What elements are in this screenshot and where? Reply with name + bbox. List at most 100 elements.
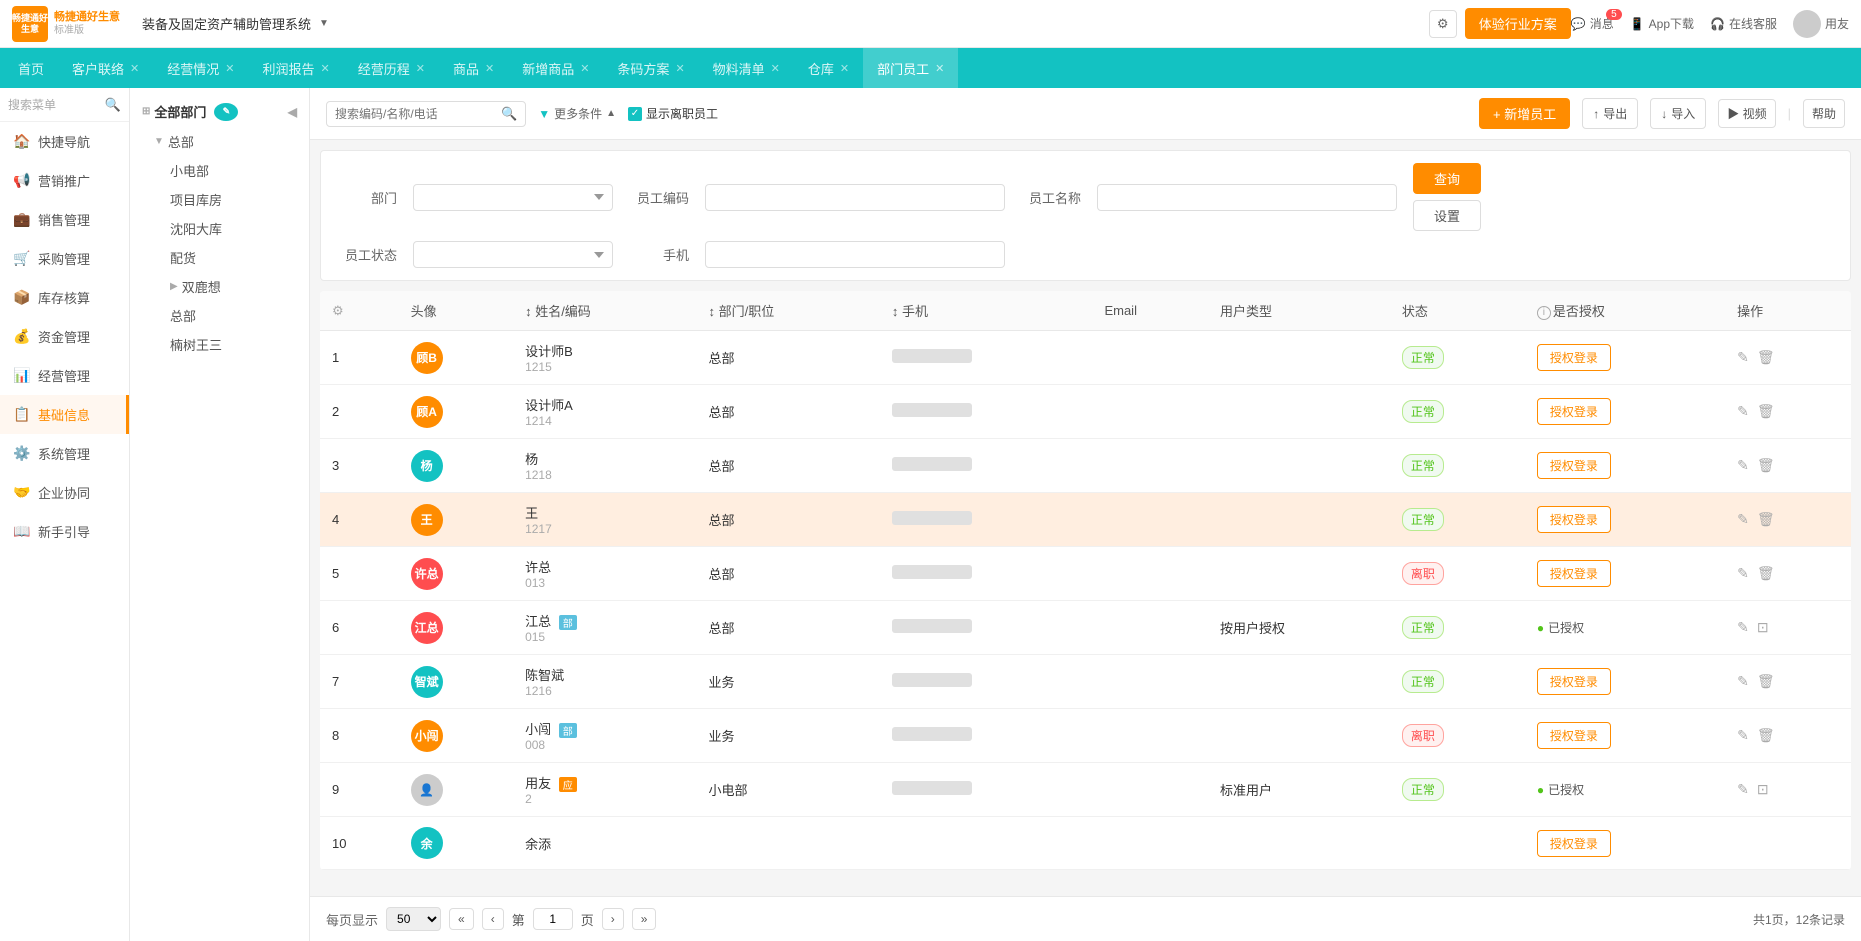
close-customer-tab[interactable]: ✕ <box>130 62 139 75</box>
last-page-button[interactable]: » <box>632 908 657 930</box>
auth-button[interactable]: 授权登录 <box>1537 506 1611 533</box>
close-bom-tab[interactable]: ✕ <box>771 62 780 75</box>
set-button[interactable]: 设置 <box>1413 200 1481 231</box>
sidebar-item-finance[interactable]: 💰 资金管理 <box>0 317 129 356</box>
import-button[interactable]: ↓ 导入 <box>1650 98 1706 129</box>
dept-node-headquarter[interactable]: ▼ 总部 <box>142 127 309 156</box>
dept-header[interactable]: ⊞ 全部部门 ✎ ◀ <box>130 96 309 127</box>
tab-warehouse[interactable]: 仓库 ✕ <box>794 48 863 88</box>
add-employee-button[interactable]: + 新增员工 <box>1479 98 1570 129</box>
close-add-goods-tab[interactable]: ✕ <box>580 62 589 75</box>
tab-add-goods[interactable]: 新增商品 ✕ <box>508 48 603 88</box>
edit-button[interactable]: ✎ <box>1737 619 1749 636</box>
dept-node-shenyang[interactable]: 沈阳大库 <box>158 214 309 243</box>
more-conditions-button[interactable]: ▼ 更多条件 ▲ <box>538 105 616 122</box>
emp-name-input[interactable] <box>1097 184 1397 211</box>
page-input[interactable] <box>533 908 573 930</box>
export-button[interactable]: ↑ 导出 <box>1582 98 1638 129</box>
search-input[interactable] <box>335 107 495 121</box>
close-employees-tab[interactable]: ✕ <box>935 62 944 75</box>
edit-button[interactable]: ✎ <box>1737 403 1749 420</box>
phone-input[interactable] <box>705 241 1005 268</box>
tab-operations[interactable]: 经营情况 ✕ <box>153 48 248 88</box>
next-page-button[interactable]: › <box>602 908 624 930</box>
delete-button[interactable]: 🗑 <box>1757 727 1775 744</box>
close-profit-tab[interactable]: ✕ <box>321 62 330 75</box>
online-service-button[interactable]: 🎧 在线客服 <box>1710 15 1777 32</box>
delete-button[interactable]: 🗑 <box>1757 403 1775 420</box>
prev-page-button[interactable]: ‹ <box>482 908 504 930</box>
app-download-button[interactable]: 📱 App下载 <box>1630 15 1694 32</box>
sidebar-item-operations[interactable]: 📊 经营管理 <box>0 356 129 395</box>
auth-button[interactable]: 授权登录 <box>1537 830 1611 857</box>
copy-button[interactable]: ⊡ <box>1757 619 1769 636</box>
trial-button[interactable]: 体验行业方案 <box>1465 8 1571 39</box>
video-button[interactable]: ▶ 视频 <box>1718 99 1775 128</box>
close-goods-tab[interactable]: ✕ <box>485 62 494 75</box>
sidebar-item-purchase[interactable]: 🛒 采购管理 <box>0 239 129 278</box>
auth-button[interactable]: 授权登录 <box>1537 668 1611 695</box>
edit-button[interactable]: ✎ <box>1737 511 1749 528</box>
dept-node-shuanglu[interactable]: ▶ 双鹿想 <box>158 272 309 301</box>
edit-button[interactable]: ✎ <box>1737 781 1749 798</box>
tab-goods[interactable]: 商品 ✕ <box>439 48 508 88</box>
search-adv-button[interactable]: 查询 <box>1413 163 1481 194</box>
auth-button[interactable]: 授权登录 <box>1537 560 1611 587</box>
auth-button[interactable]: 授权登录 <box>1537 344 1611 371</box>
auth-button[interactable]: 授权登录 <box>1537 398 1611 425</box>
copy-button[interactable]: ⊡ <box>1757 781 1769 798</box>
emp-code-input[interactable] <box>705 184 1005 211</box>
delete-button[interactable]: 🗑 <box>1757 457 1775 474</box>
sidebar-item-quick-nav[interactable]: 🏠 快捷导航 <box>0 122 129 161</box>
tab-customer[interactable]: 客户联络 ✕ <box>58 48 153 88</box>
auth-button[interactable]: 授权登录 <box>1537 452 1611 479</box>
dept-node-project[interactable]: 项目库房 <box>158 185 309 214</box>
sidebar-item-guide[interactable]: 📖 新手引导 <box>0 512 129 551</box>
dept-select[interactable] <box>413 184 613 211</box>
close-operations-tab[interactable]: ✕ <box>225 62 234 75</box>
settings-button[interactable]: ⚙ <box>1429 10 1457 38</box>
edit-button[interactable]: ✎ <box>1737 673 1749 690</box>
auth-button[interactable]: 授权登录 <box>1537 722 1611 749</box>
dept-node-nanshu[interactable]: 楠树王三 <box>158 330 309 359</box>
close-barcode-tab[interactable]: ✕ <box>675 62 684 75</box>
edit-button[interactable]: ✎ <box>1737 565 1749 582</box>
dept-collapse-icon[interactable]: ◀ <box>288 105 297 119</box>
search-icon[interactable]: 🔍 <box>501 106 517 122</box>
sidebar-item-collab[interactable]: 🤝 企业协同 <box>0 473 129 512</box>
tab-history[interactable]: 经营历程 ✕ <box>344 48 439 88</box>
delete-button[interactable]: 🗑 <box>1757 565 1775 582</box>
first-page-button[interactable]: « <box>449 908 474 930</box>
show-archived-checkbox[interactable]: ✓ <box>628 107 642 121</box>
edit-button[interactable]: ✎ <box>1737 727 1749 744</box>
tab-profit[interactable]: 利润报告 ✕ <box>248 48 343 88</box>
edit-button[interactable]: ✎ <box>1737 457 1749 474</box>
tab-employees[interactable]: 部门员工 ✕ <box>863 48 958 88</box>
sidebar-item-sales[interactable]: 💼 销售管理 <box>0 200 129 239</box>
dept-edit-icon[interactable]: ✎ <box>214 103 238 121</box>
sidebar-item-marketing[interactable]: 📢 营销推广 <box>0 161 129 200</box>
sidebar-item-basics[interactable]: 📋 基础信息 <box>0 395 129 434</box>
delete-button[interactable]: 🗑 <box>1757 673 1775 690</box>
messages-button[interactable]: 💬 消息 5 <box>1571 15 1614 32</box>
tab-bom[interactable]: 物料清单 ✕ <box>699 48 794 88</box>
emp-status-select[interactable] <box>413 241 613 268</box>
row-auth: 授权登录 <box>1525 547 1725 601</box>
edit-button[interactable]: ✎ <box>1737 349 1749 366</box>
close-history-tab[interactable]: ✕ <box>416 62 425 75</box>
tab-home[interactable]: 首页 <box>4 48 58 88</box>
sidebar-item-inventory[interactable]: 📦 库存核算 <box>0 278 129 317</box>
user-area[interactable]: 用友 <box>1793 10 1849 38</box>
col-settings-icon[interactable]: ⚙ <box>332 303 344 318</box>
dept-node-hq2[interactable]: 总部 <box>158 301 309 330</box>
tab-barcode[interactable]: 条码方案 ✕ <box>603 48 698 88</box>
system-dropdown-icon[interactable]: ▼ <box>319 18 329 29</box>
help-button[interactable]: 帮助 <box>1803 99 1845 128</box>
delete-button[interactable]: 🗑 <box>1757 511 1775 528</box>
dept-node-distribution[interactable]: 配货 <box>158 243 309 272</box>
dept-node-small-elec[interactable]: 小电部 <box>158 156 309 185</box>
delete-button[interactable]: 🗑 <box>1757 349 1775 366</box>
close-warehouse-tab[interactable]: ✕ <box>840 62 849 75</box>
per-page-select[interactable]: 50 100 <box>386 907 441 931</box>
sidebar-item-system[interactable]: ⚙️ 系统管理 <box>0 434 129 473</box>
